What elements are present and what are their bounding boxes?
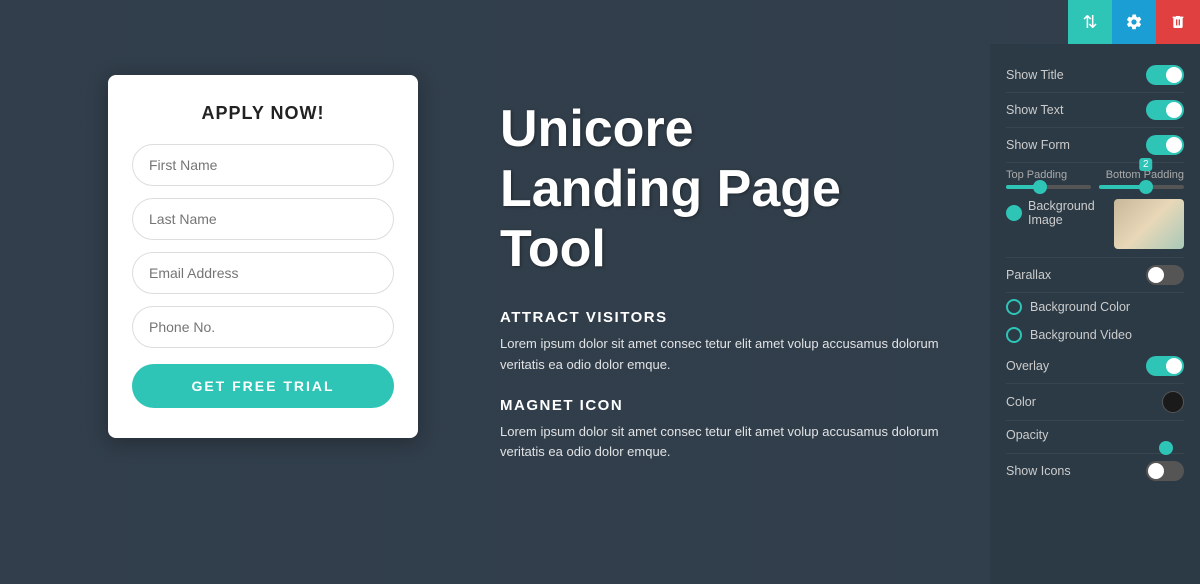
first-name-input[interactable] [132, 144, 394, 186]
show-title-toggle[interactable] [1146, 65, 1184, 85]
parallax-label: Parallax [1006, 268, 1051, 282]
bg-color-row: Background Color [1006, 293, 1184, 321]
bg-color-label: Background Color [1030, 300, 1130, 314]
section2-text: Lorem ipsum dolor sit amet consec tetur … [500, 422, 940, 462]
settings-button[interactable] [1112, 0, 1156, 44]
top-padding-label: Top Padding [1006, 169, 1067, 181]
bg-image-radio-circle[interactable] [1006, 205, 1022, 221]
main-title: Unicore Landing Page Tool [500, 100, 940, 279]
color-label: Color [1006, 395, 1036, 409]
toggle-knob [1166, 67, 1182, 83]
last-name-input[interactable] [132, 198, 394, 240]
bottom-padding-badge: 2 [1139, 158, 1153, 171]
opacity-row: Opacity [1006, 421, 1184, 454]
sliders-row: 2 [1006, 185, 1184, 189]
color-swatch[interactable] [1162, 391, 1184, 413]
show-text-label: Show Text [1006, 103, 1063, 117]
show-form-label: Show Form [1006, 138, 1070, 152]
trash-icon [1170, 13, 1186, 31]
gear-icon [1125, 13, 1143, 31]
bg-video-radio[interactable] [1006, 327, 1022, 343]
opacity-label: Opacity [1006, 428, 1048, 442]
bg-color-radio[interactable] [1006, 299, 1022, 315]
show-form-row: Show Form [1006, 128, 1184, 163]
bg-video-row: Background Video [1006, 321, 1184, 349]
section2-heading: MAGNET ICON [500, 397, 940, 414]
form-title: APPLY NOW! [132, 103, 394, 124]
show-icons-toggle[interactable] [1146, 461, 1184, 481]
toolbar: ⇅ [1068, 0, 1200, 44]
email-input[interactable] [132, 252, 394, 294]
parallax-toggle[interactable] [1146, 265, 1184, 285]
main-content: Unicore Landing Page Tool ATTRACT VISITO… [500, 100, 940, 462]
overlay-toggle[interactable] [1146, 356, 1184, 376]
settings-panel: Show Title Show Text Show Form Top Paddi… [990, 44, 1200, 584]
bottom-padding-slider[interactable]: 2 [1099, 185, 1184, 189]
top-padding-slider[interactable] [1006, 185, 1091, 189]
toggle-knob [1166, 102, 1182, 118]
overlay-label: Overlay [1006, 359, 1049, 373]
show-title-label: Show Title [1006, 68, 1064, 82]
padding-labels: Top Padding Bottom Padding [1006, 169, 1184, 181]
form-card: APPLY NOW! GET FREE TRIAL [108, 75, 418, 438]
toggle-knob [1166, 358, 1182, 374]
submit-button[interactable]: GET FREE TRIAL [132, 364, 394, 408]
parallax-row: Parallax [1006, 258, 1184, 293]
show-text-toggle[interactable] [1146, 100, 1184, 120]
overlay-row: Overlay [1006, 349, 1184, 384]
show-form-toggle[interactable] [1146, 135, 1184, 155]
show-icons-label: Show Icons [1006, 464, 1071, 478]
delete-button[interactable] [1156, 0, 1200, 44]
color-row: Color [1006, 384, 1184, 421]
show-title-row: Show Title [1006, 58, 1184, 93]
toggle-knob [1148, 463, 1164, 479]
toggle-knob [1148, 267, 1164, 283]
bg-image-row: Background Image [1006, 191, 1184, 258]
phone-input[interactable] [132, 306, 394, 348]
bg-image-thumbnail[interactable] [1114, 199, 1184, 249]
padding-section: Top Padding Bottom Padding 2 [1006, 163, 1184, 191]
show-text-row: Show Text [1006, 93, 1184, 128]
section1-heading: ATTRACT VISITORS [500, 309, 940, 326]
toggle-knob [1166, 137, 1182, 153]
section1-text: Lorem ipsum dolor sit amet consec tetur … [500, 334, 940, 374]
transfer-button[interactable]: ⇅ [1068, 0, 1112, 44]
bg-image-label: Background Image [1028, 199, 1114, 227]
bg-image-radio: Background Image [1006, 199, 1114, 227]
bg-video-label: Background Video [1030, 328, 1132, 342]
show-icons-row: Show Icons [1006, 454, 1184, 488]
